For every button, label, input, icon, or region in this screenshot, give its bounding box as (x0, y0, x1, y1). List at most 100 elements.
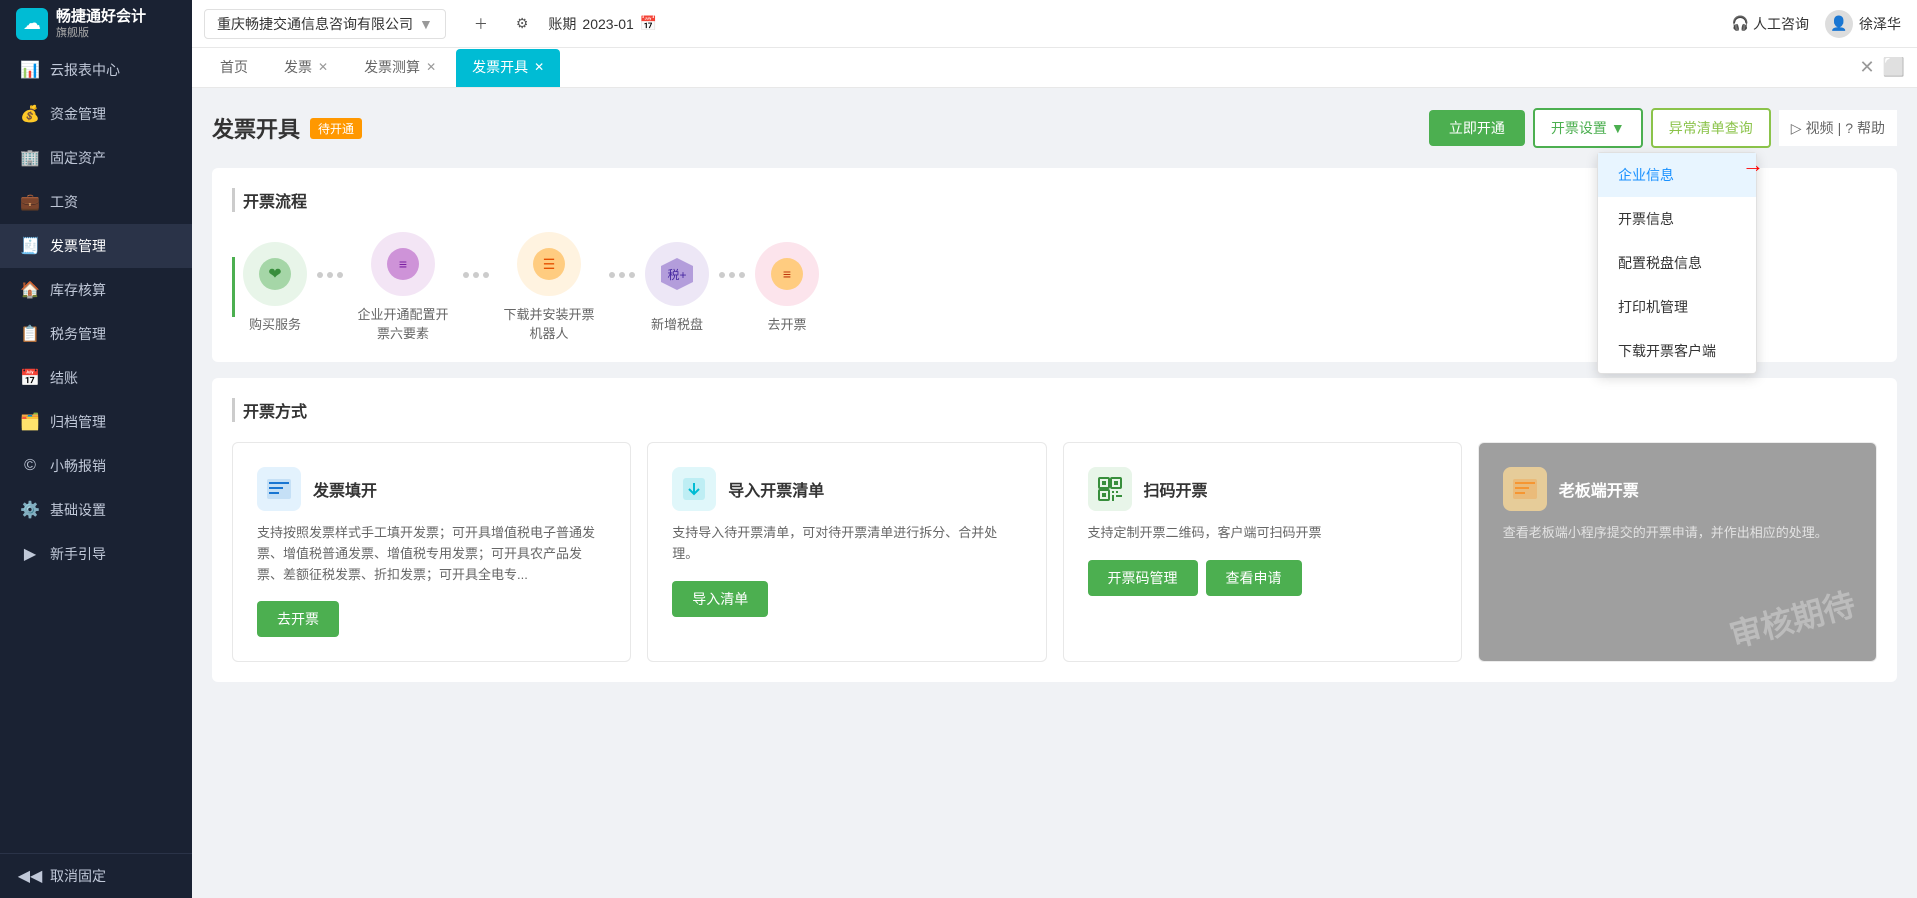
card-fill-header: 发票填开 (257, 467, 606, 511)
sidebar-item-archive[interactable]: 🗂️ 归档管理 (0, 400, 192, 444)
dropdown-menu: 企业信息 开票信息 配置税盘信息 打印机管理 下载开票客户端 (1597, 152, 1757, 374)
method-cards: 发票填开 支持按照发票样式手工填开发票；可开具增值税电子普通发票、增值税普通发票… (232, 442, 1877, 662)
scan-view-btn[interactable]: 查看申请 (1206, 560, 1302, 596)
archive-icon: 🗂️ (20, 412, 40, 432)
svg-text:☰: ☰ (543, 256, 556, 272)
help-label[interactable]: 帮助 (1857, 118, 1885, 138)
add-button[interactable]: ＋ (466, 10, 496, 38)
tab-invoice[interactable]: 发票 ✕ (268, 49, 344, 87)
tab-home[interactable]: 首页 (204, 49, 264, 87)
step-5: ≡ 去开票 (755, 242, 819, 333)
import-invoice-icon (672, 467, 716, 511)
step-5-label: 去开票 (767, 314, 806, 333)
logo-icon: ☁ (16, 8, 48, 40)
sidebar-item-settings[interactable]: ⚙️ 基础设置 (0, 488, 192, 532)
settings-icon[interactable]: ⚙ (508, 11, 537, 36)
sidebar-item-guide[interactable]: ▶ 新手引导 (0, 532, 192, 576)
tab-invoice-calc-close[interactable]: ✕ (426, 60, 436, 74)
page-content: 发票开具 待开通 立即开通 开票设置 ▼ 异常清单查询 ▷ 视频 (192, 88, 1917, 898)
step-3-icon: ☰ (517, 232, 581, 296)
sidebar-item-settlement[interactable]: 📅 结账 (0, 356, 192, 400)
user-name: 徐泽华 (1859, 14, 1901, 34)
logo-text: 畅捷通好会计 旗舰版 (56, 7, 146, 41)
card-import-desc: 支持导入待开票清单，可对待开票清单进行拆分、合并处理。 (672, 523, 1021, 565)
cloud-report-icon: 📊 (20, 60, 40, 80)
sidebar-item-tax[interactable]: 📋 税务管理 (0, 312, 192, 356)
import-invoice-btn[interactable]: 导入清单 (672, 581, 768, 617)
tab-home-label: 首页 (220, 57, 248, 77)
scan-manage-btn[interactable]: 开票码管理 (1088, 560, 1198, 596)
sidebar-label-expense: 小畅报销 (50, 456, 106, 476)
step-3-label: 下载并安装开票机器人 (499, 304, 599, 342)
close-window-icon[interactable]: ✕ (1859, 57, 1874, 78)
sidebar-label-fund: 资金管理 (50, 104, 106, 124)
connector-4 (709, 272, 755, 278)
tab-invoice-open-close[interactable]: ✕ (534, 60, 544, 74)
support-label: 人工咨询 (1753, 14, 1809, 34)
card-import-title: 导入开票清单 (728, 477, 824, 501)
support-button[interactable]: 🎧 人工咨询 (1732, 14, 1809, 34)
open-button[interactable]: 立即开通 (1429, 110, 1525, 146)
sidebar-item-inventory[interactable]: 🏠 库存核算 (0, 268, 192, 312)
question-icon: ? (1845, 120, 1853, 136)
sidebar: 📊 云报表中心 💰 资金管理 🏢 固定资产 💼 工资 🧾 发票管理 🏠 (0, 48, 192, 898)
sidebar-item-assets[interactable]: 🏢 固定资产 (0, 136, 192, 180)
sidebar-item-fund[interactable]: 💰 资金管理 (0, 92, 192, 136)
period-text: 账期 (548, 14, 576, 34)
step-4-icon: 税+ (645, 242, 709, 306)
settings-button[interactable]: 开票设置 ▼ (1533, 108, 1643, 148)
dropdown-item-company[interactable]: 企业信息 (1598, 153, 1756, 197)
card-scan-title: 扫码开票 (1144, 477, 1208, 501)
dropdown-item-invoice-info[interactable]: 开票信息 (1598, 197, 1756, 241)
tab-invoice-close[interactable]: ✕ (318, 60, 328, 74)
tab-invoice-calc[interactable]: 发票测算 ✕ (348, 49, 452, 87)
flow-step-buy: ❤ 购买服务 (232, 242, 307, 333)
settlement-icon: 📅 (20, 368, 40, 388)
step-1: ❤ 购买服务 (243, 242, 307, 333)
content-area: 首页 发票 ✕ 发票测算 ✕ 发票开具 ✕ ✕ ⬜ (192, 48, 1917, 898)
dropdown-item-download-client[interactable]: 下载开票客户端 (1598, 329, 1756, 373)
page-title: 发票开具 (212, 112, 300, 144)
video-label[interactable]: 视频 (1806, 118, 1834, 138)
headset-icon: 🎧 (1732, 15, 1749, 32)
red-arrow-indicator: → (1742, 152, 1764, 178)
sidebar-item-payroll[interactable]: 💼 工资 (0, 180, 192, 224)
scan-invoice-icon (1088, 467, 1132, 511)
card-fill-title: 发票填开 (313, 477, 377, 501)
sidebar-item-invoice[interactable]: 🧾 发票管理 (0, 224, 192, 268)
maximize-icon[interactable]: ⬜ (1883, 57, 1905, 78)
logo-title: 畅捷通好会计 (56, 7, 146, 27)
sidebar-item-unpin[interactable]: ◀◀ 取消固定 (0, 854, 192, 898)
payroll-icon: 💼 (20, 192, 40, 212)
top-bar: ☁ 畅捷通好会计 旗舰版 重庆畅捷交通信息咨询有限公司 ▼ ＋ ⚙ 账期 202… (0, 0, 1917, 48)
company-selector[interactable]: 重庆畅捷交通信息咨询有限公司 ▼ (204, 9, 446, 39)
sidebar-item-cloud-report[interactable]: 📊 云报表中心 (0, 48, 192, 92)
step-3: ☰ 下载并安装开票机器人 (499, 232, 599, 342)
dropdown-item-printer[interactable]: 打印机管理 (1598, 285, 1756, 329)
unpin-icon: ◀◀ (20, 866, 40, 886)
dropdown-item-tax-config[interactable]: 配置税盘信息 (1598, 241, 1756, 285)
abnormal-button[interactable]: 异常清单查询 (1651, 108, 1771, 148)
sidebar-item-expense[interactable]: © 小畅报销 (0, 444, 192, 488)
fill-invoice-btn[interactable]: 去开票 (257, 601, 339, 637)
step-5-icon: ≡ (755, 242, 819, 306)
separator: | (1838, 120, 1842, 136)
sidebar-label-archive: 归档管理 (50, 412, 106, 432)
status-badge: 待开通 (310, 118, 362, 139)
user-info[interactable]: 👤 徐泽华 (1825, 10, 1901, 38)
page-header: 发票开具 待开通 立即开通 开票设置 ▼ 异常清单查询 ▷ 视频 (212, 108, 1897, 148)
card-boss-title: 老板端开票 (1559, 477, 1639, 501)
sidebar-bottom: ◀◀ 取消固定 (0, 853, 192, 898)
period-value: 2023-01 (582, 16, 633, 32)
card-boss-desc: 查看老板端小程序提交的开票申请，并作出相应的处理。 (1503, 523, 1852, 544)
method-card-import: 导入开票清单 支持导入待开票清单，可对待开票清单进行拆分、合并处理。 导入清单 (647, 442, 1046, 662)
fill-invoice-icon (257, 467, 301, 511)
play-icon: ▷ (1791, 120, 1802, 137)
step-4-label: 新增税盘 (651, 314, 703, 333)
fund-icon: 💰 (20, 104, 40, 124)
avatar: 👤 (1825, 10, 1853, 38)
watermark: 审核期待 (1724, 580, 1860, 658)
page-title-area: 发票开具 待开通 (212, 112, 362, 144)
tab-invoice-open[interactable]: 发票开具 ✕ (456, 49, 560, 87)
expense-icon: © (20, 456, 40, 476)
